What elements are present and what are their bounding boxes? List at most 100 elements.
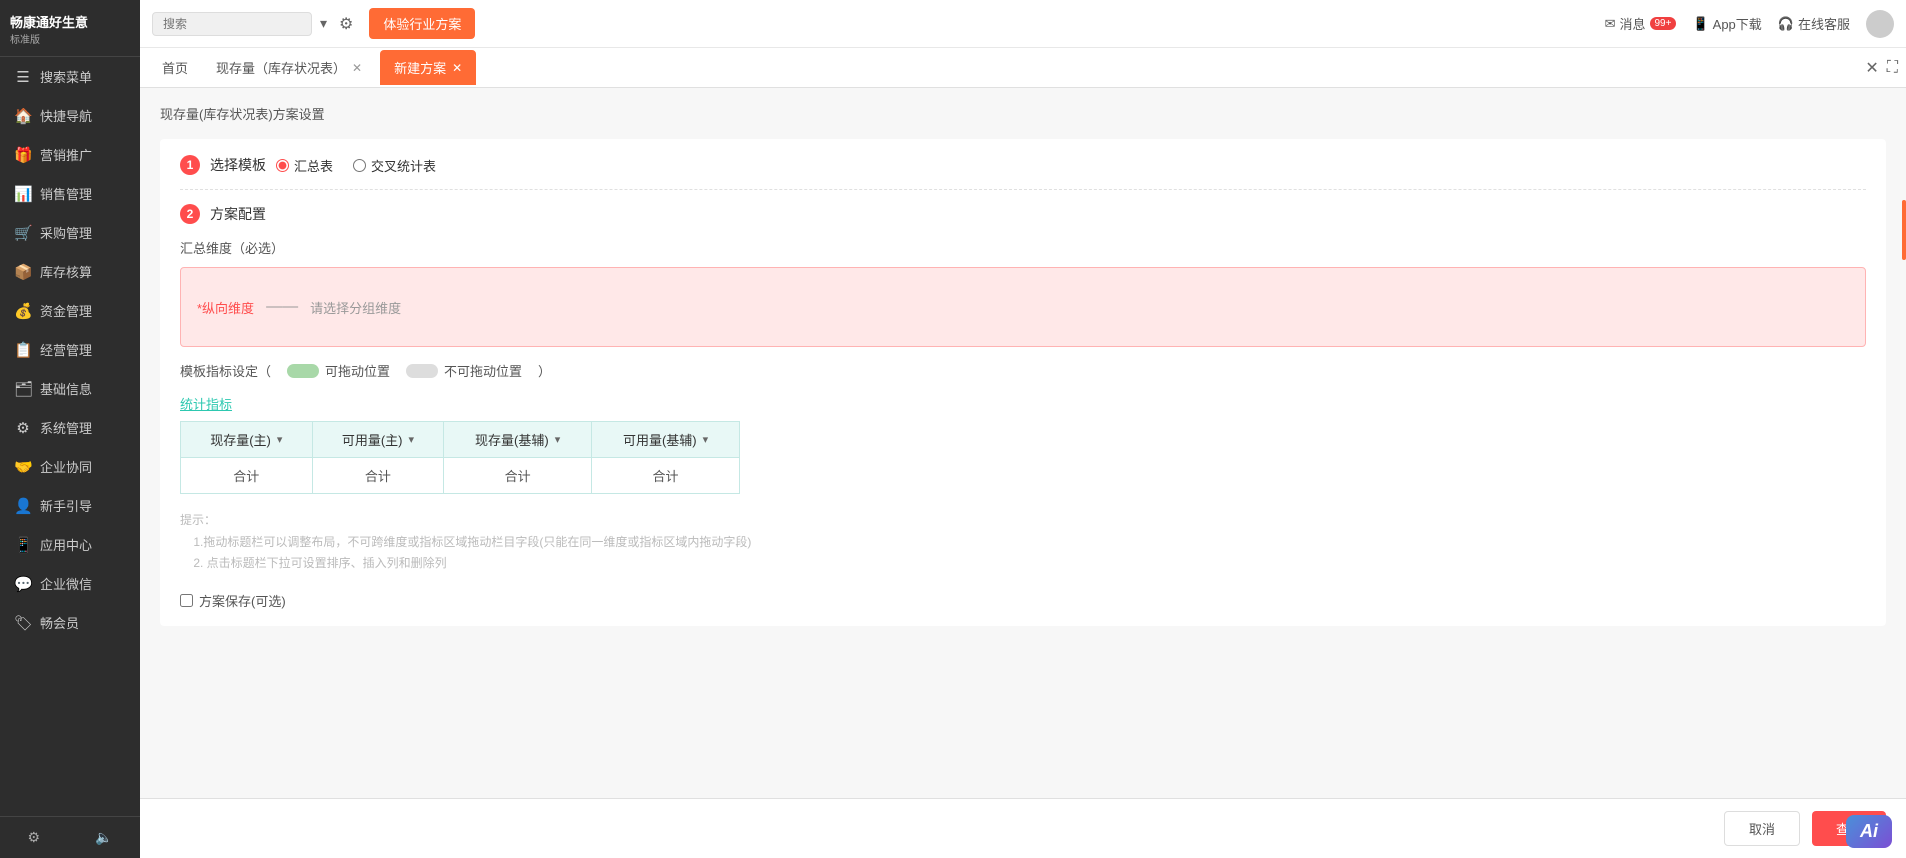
dropdown-btn[interactable]: ▾	[320, 15, 327, 32]
user-avatar[interactable]	[1866, 10, 1894, 38]
sidebar-icon-search-menu: ☰	[14, 68, 32, 86]
sidebar-item-newbie[interactable]: 👤 新手引导	[0, 486, 140, 525]
tab-close-btn[interactable]: ✕	[1865, 58, 1878, 78]
draggable-label: 可拖动位置	[325, 361, 390, 380]
sidebar-item-search-menu[interactable]: ☰ 搜索菜单	[0, 57, 140, 96]
sidebar-label-wechat: 企业微信	[40, 574, 92, 593]
sidebar-item-marketing[interactable]: 🎁 营销推广	[0, 135, 140, 174]
search-input[interactable]	[152, 12, 312, 36]
radio-summary-input[interactable]	[276, 159, 289, 172]
tips-label: 提示：	[180, 510, 1866, 532]
headset-icon: 🎧	[1778, 16, 1794, 32]
sidebar-item-wechat[interactable]: 💬 企业微信	[0, 564, 140, 603]
settings-footer-btn[interactable]: ⚙	[20, 825, 49, 850]
app-download-btn[interactable]: 📱 App下载	[1692, 14, 1761, 33]
draggable-toggle: 可拖动位置	[287, 361, 390, 380]
tab-new-scheme-close[interactable]: ✕	[452, 61, 462, 75]
sidebar-icon-quick-nav: 🏠	[14, 107, 32, 125]
toggle-row: 模板指标设定（ 可拖动位置 不可拖动位置 ）	[180, 361, 1866, 380]
customer-service-label: 在线客服	[1798, 14, 1850, 33]
save-checkbox[interactable]	[180, 594, 193, 607]
sidebar-label-marketing: 营销推广	[40, 145, 92, 164]
save-option-label: 方案保存(可选)	[199, 591, 286, 610]
draggable-toggle-track[interactable]	[287, 364, 319, 378]
sidebar-icon-purchase: 🛒	[14, 224, 32, 242]
sidebar-label-newbie: 新手引导	[40, 496, 92, 515]
tabs-bar: 首页 现存量（库存状况表） ✕ 新建方案 ✕ ✕ ⛶	[140, 48, 1906, 88]
radio-cross-input[interactable]	[353, 159, 366, 172]
tab-new-scheme[interactable]: 新建方案 ✕	[380, 50, 476, 85]
sidebar-logo: 畅康通好生意 标准版	[0, 0, 140, 57]
download-icon: 📱	[1692, 16, 1708, 32]
message-label: 消息	[1619, 14, 1645, 33]
step1-badge: 1	[180, 155, 200, 175]
th-current-main-dropdown[interactable]: ▾	[277, 433, 283, 446]
stats-section: 统计指标 现存量(主) ▾	[180, 394, 1866, 494]
sidebar-icon-member: 🏷	[14, 614, 32, 632]
dimension-required: *纵向维度	[197, 298, 254, 317]
sidebar-item-app-center[interactable]: 📱 应用中心	[0, 525, 140, 564]
th-available-main-dropdown[interactable]: ▾	[408, 433, 414, 446]
th-available-main: 可用量(主) ▾	[312, 422, 444, 458]
sidebar-item-basic-info[interactable]: 🗂 基础信息	[0, 369, 140, 408]
sidebar-label-member: 畅会员	[40, 613, 79, 632]
help-footer-btn[interactable]: 🔈	[87, 825, 120, 850]
main-area: ▾ ⚙ 体验行业方案 ✉ 消息 99+ 📱 App下载 🎧 在线客服 首页	[140, 0, 1906, 858]
sidebar-icon-system: ⚙	[14, 419, 32, 437]
sidebar-item-operations[interactable]: 📋 经营管理	[0, 330, 140, 369]
sidebar-label-search-menu: 搜索菜单	[40, 67, 92, 86]
sidebar-item-sales[interactable]: 📊 销售管理	[0, 174, 140, 213]
trial-button[interactable]: 体验行业方案	[369, 8, 475, 39]
dimension-zone[interactable]: *纵向维度 —— 请选择分组维度	[180, 267, 1866, 347]
message-icon: ✉	[1605, 16, 1616, 32]
sidebar-nav: ☰ 搜索菜单 🏠 快捷导航 🎁 营销推广 📊 销售管理 🛒 采购管理 📦 库存核…	[0, 57, 140, 816]
tab-inventory-close[interactable]: ✕	[352, 61, 362, 75]
indicator-setting-close: ）	[538, 361, 551, 380]
sidebar-label-enterprise: 企业协同	[40, 457, 92, 476]
sidebar-footer: ⚙ 🔈	[0, 816, 140, 858]
sidebar-label-basic-info: 基础信息	[40, 379, 92, 398]
th-current-main-label: 现存量(主)	[210, 430, 271, 449]
sidebar-label-finance: 资金管理	[40, 301, 92, 320]
td-current-aux: 合计	[444, 458, 592, 494]
non-draggable-label: 不可拖动位置	[444, 361, 522, 380]
non-draggable-toggle-track[interactable]	[406, 364, 438, 378]
sidebar: 畅康通好生意 标准版 ☰ 搜索菜单 🏠 快捷导航 🎁 营销推广 📊 销售管理 🛒…	[0, 0, 140, 858]
stats-header-row: 现存量(主) ▾ 可用量(主) ▾	[181, 422, 740, 458]
ai-badge[interactable]: Ai	[1846, 815, 1892, 848]
td-available-aux: 合计	[592, 458, 740, 494]
sidebar-item-member[interactable]: 🏷 畅会员	[0, 603, 140, 642]
footer-actions: 取消 查询	[140, 798, 1906, 858]
messages-btn[interactable]: ✉ 消息 99+	[1605, 14, 1677, 33]
th-available-aux: 可用量(基辅) ▾	[592, 422, 740, 458]
gear-icon[interactable]: ⚙	[339, 14, 353, 34]
sidebar-item-system[interactable]: ⚙ 系统管理	[0, 408, 140, 447]
sidebar-item-inventory[interactable]: 📦 库存核算	[0, 252, 140, 291]
sidebar-item-enterprise[interactable]: 🤝 企业协同	[0, 447, 140, 486]
customer-service-btn[interactable]: 🎧 在线客服	[1778, 14, 1850, 33]
th-current-aux-dropdown[interactable]: ▾	[555, 433, 561, 446]
sidebar-label-system: 系统管理	[40, 418, 92, 437]
stats-table: 现存量(主) ▾ 可用量(主) ▾	[180, 421, 740, 494]
sidebar-label-sales: 销售管理	[40, 184, 92, 203]
radio-summary[interactable]: 汇总表	[276, 156, 333, 175]
sidebar-item-quick-nav[interactable]: 🏠 快捷导航	[0, 96, 140, 135]
th-available-aux-dropdown[interactable]: ▾	[703, 433, 709, 446]
sidebar-item-finance[interactable]: 💰 资金管理	[0, 291, 140, 330]
dimension-placeholder: *纵向维度 —— 请选择分组维度	[197, 298, 401, 317]
stats-data-row: 合计 合计 合计 合计	[181, 458, 740, 494]
sidebar-label-app-center: 应用中心	[40, 535, 92, 554]
th-available-aux-label: 可用量(基辅)	[623, 430, 697, 449]
tab-home[interactable]: 首页	[148, 48, 202, 87]
sidebar-label-purchase: 采购管理	[40, 223, 92, 242]
sidebar-item-purchase[interactable]: 🛒 采购管理	[0, 213, 140, 252]
step2-badge: 2	[180, 204, 200, 224]
dimension-placeholder-text: 请选择分组维度	[310, 298, 401, 317]
tab-home-label: 首页	[162, 58, 188, 77]
th-current-main: 现存量(主) ▾	[181, 422, 313, 458]
radio-cross[interactable]: 交叉统计表	[353, 156, 436, 175]
tab-expand-btn[interactable]: ⛶	[1887, 58, 1898, 78]
stats-title: 统计指标	[180, 394, 1866, 413]
cancel-button[interactable]: 取消	[1724, 811, 1800, 846]
tab-inventory-status[interactable]: 现存量（库存状况表） ✕	[202, 48, 376, 87]
